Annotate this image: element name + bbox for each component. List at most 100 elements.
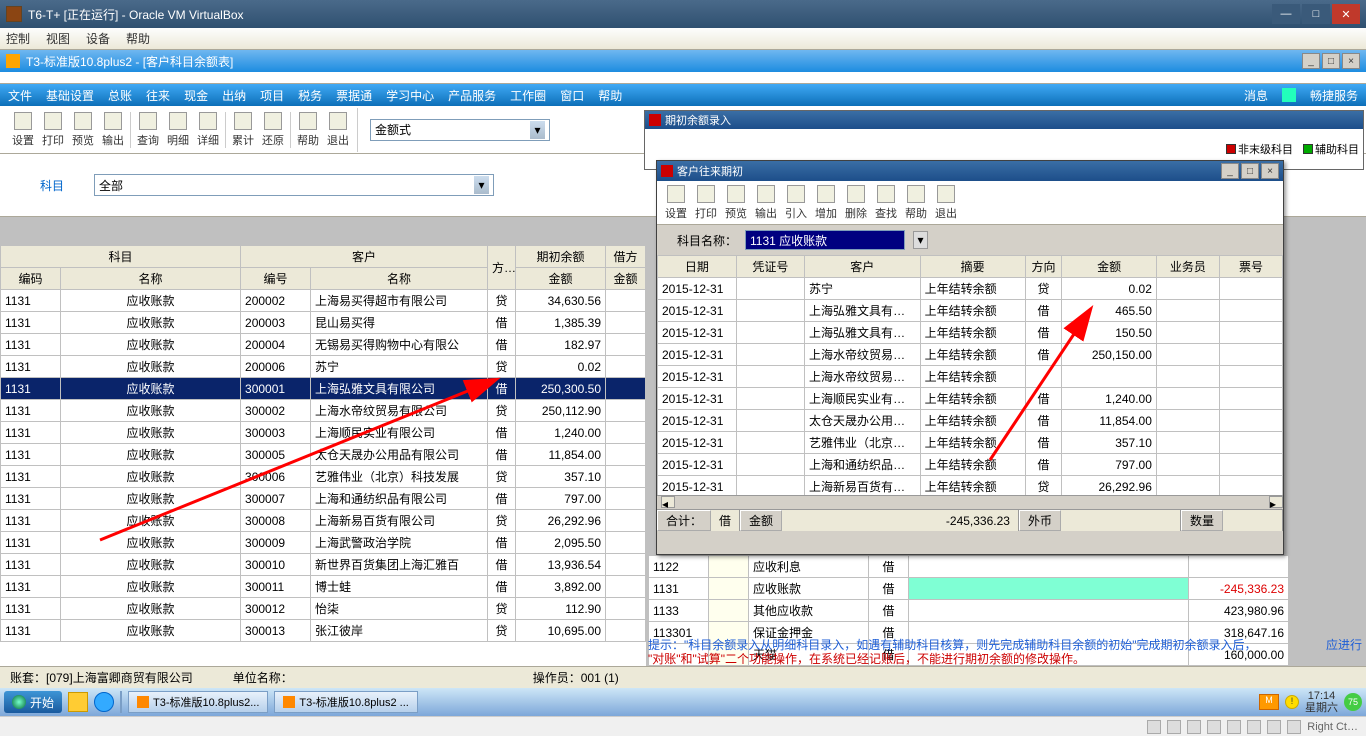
sub-max-button[interactable]: □ <box>1322 53 1340 69</box>
customer-begin-popup[interactable]: 客户往来期初 _ □ × 设置打印预览输出引入增加删除查找帮助退出 科目名称： … <box>656 160 1284 555</box>
chevron-down-icon[interactable]: ▾ <box>913 231 928 249</box>
tb-明细[interactable]: 明细 <box>163 108 193 152</box>
menu-workcircle[interactable]: 工作圈 <box>510 87 546 104</box>
table-row[interactable]: 2015-12-31上海新易百货有限公上年结转余额贷26,292.96 <box>658 476 1283 496</box>
scroll-left-icon[interactable]: ◂ <box>661 496 675 508</box>
menu-help[interactable]: 帮助 <box>126 30 150 47</box>
menu-cash[interactable]: 现金 <box>184 87 208 104</box>
table-row[interactable]: 1131应收账款200006苏宁贷0.02 <box>1 356 646 378</box>
p2-tb-退出[interactable]: 退出 <box>931 181 961 224</box>
table-row[interactable]: 1131应收账款300013张江彼岸贷10,695.00 <box>1 620 646 642</box>
table-row[interactable]: 1131应收账款200003昆山易买得借1,385.39 <box>1 312 646 334</box>
sub-min-button[interactable]: _ <box>1302 53 1320 69</box>
tb-退出[interactable]: 退出 <box>323 108 353 152</box>
tray-360-icon[interactable]: 75 <box>1344 693 1362 711</box>
p2-tb-打印[interactable]: 打印 <box>691 181 721 224</box>
check-aux[interactable]: 辅助科目 <box>1303 141 1359 157</box>
balance-grid[interactable]: 科目 客户 方向 期初余额 借方 编码 名称 编号 名称 金额 金额 1131应… <box>0 245 646 666</box>
popup2-close[interactable]: × <box>1261 163 1279 179</box>
maximize-button[interactable]: □ <box>1302 4 1330 24</box>
menu-tax[interactable]: 税务 <box>298 87 322 104</box>
menu-view[interactable]: 视图 <box>46 30 70 47</box>
menu-cashier[interactable]: 出纳 <box>222 87 246 104</box>
menu-ar[interactable]: 往来 <box>146 87 170 104</box>
table-row[interactable]: 2015-12-31上海水帝纹贸易有限上年结转余额借250,150.00 <box>658 344 1283 366</box>
menu-help2[interactable]: 帮助 <box>598 87 622 104</box>
p2-tb-增加[interactable]: 增加 <box>811 181 841 224</box>
menu-control[interactable]: 控制 <box>6 30 30 47</box>
table-row[interactable]: 2015-12-31上海弘雅文具有限公上年结转余额借150.50 <box>658 322 1283 344</box>
tb-打印[interactable]: 打印 <box>38 108 68 152</box>
table-row[interactable]: 2015-12-31苏宁上年结转余额贷0.02 <box>658 278 1283 300</box>
tb-查询[interactable]: 查询 <box>133 108 163 152</box>
table-row[interactable]: 1131应收账款300009上海武警政治学院借2,095.50 <box>1 532 646 554</box>
popup2-max[interactable]: □ <box>1241 163 1259 179</box>
windows-taskbar[interactable]: 开始 T3-标准版10.8plus2... T3-标准版10.8plus2 ..… <box>0 688 1366 716</box>
subject-select[interactable]: 1131 应收账款 <box>745 230 905 250</box>
p2-tb-输出[interactable]: 输出 <box>751 181 781 224</box>
tb-还原[interactable]: 还原 <box>258 108 288 152</box>
table-row[interactable]: 1131应收账款300001上海弘雅文具有限公司借250,300.50 <box>1 378 646 400</box>
sum-qty-btn[interactable]: 数量 <box>1181 510 1223 531</box>
table-row[interactable]: 1131应收账款300012怡柒贷112.90 <box>1 598 646 620</box>
minimize-button[interactable]: — <box>1272 4 1300 24</box>
menu-window[interactable]: 窗口 <box>560 87 584 104</box>
table-row[interactable]: 2015-12-31上海和通纺织品有限上年结转余额借797.00 <box>658 454 1283 476</box>
subject-filter-combo[interactable]: 全部 ▾ <box>94 174 494 196</box>
table-row[interactable]: 1122应收利息借 <box>649 556 1289 578</box>
p2-tb-设置[interactable]: 设置 <box>661 181 691 224</box>
tray-shield-icon[interactable]: ! <box>1285 695 1299 709</box>
chevron-down-icon[interactable]: ▾ <box>530 121 545 139</box>
customer-begin-grid[interactable]: 日期凭证号客户摘要方向金额业务员票号 2015-12-31苏宁上年结转余额贷0.… <box>657 255 1283 495</box>
table-row[interactable]: 1131应收账款200002上海易买得超市有限公司贷34,630.56 <box>1 290 646 312</box>
table-row[interactable]: 1131应收账款300011博士蛙借3,892.00 <box>1 576 646 598</box>
sum-fc-btn[interactable]: 外币 <box>1019 510 1061 531</box>
p2-tb-预览[interactable]: 预览 <box>721 181 751 224</box>
tb-帮助[interactable]: 帮助 <box>293 108 323 152</box>
table-row[interactable]: 1131应收账款300006艺雅伟业（北京）科技发展贷357.10 <box>1 466 646 488</box>
p2-tb-引入[interactable]: 引入 <box>781 181 811 224</box>
tray-ime-icon[interactable]: M <box>1259 694 1279 710</box>
table-row[interactable]: 1131应收账款300007上海和通纺织品有限公司借797.00 <box>1 488 646 510</box>
table-row[interactable]: 2015-12-31艺雅伟业（北京）科上年结转余额借357.10 <box>658 432 1283 454</box>
table-row[interactable]: 1131应收账款300005太仓天晟办公用品有限公司借11,854.00 <box>1 444 646 466</box>
table-row[interactable]: 2015-12-31上海水帝纹贸易有限上年结转余额 <box>658 366 1283 388</box>
menu-proj[interactable]: 项目 <box>260 87 284 104</box>
table-row[interactable]: 2015-12-31太仓天晟办公用品有上年结转余额借11,854.00 <box>658 410 1283 432</box>
menu-service[interactable]: 畅捷服务 <box>1310 87 1358 104</box>
p2-tb-帮助[interactable]: 帮助 <box>901 181 931 224</box>
menu-file[interactable]: 文件 <box>8 87 32 104</box>
menu-devices[interactable]: 设备 <box>86 30 110 47</box>
table-row[interactable]: 1131应收账款借-245,336.23 <box>649 578 1289 600</box>
table-row[interactable]: 1133其他应收款借423,980.96 <box>649 600 1289 622</box>
table-row[interactable]: 1131应收账款300010新世界百货集团上海汇雅百借13,936.54 <box>1 554 646 576</box>
menu-basic[interactable]: 基础设置 <box>46 87 94 104</box>
vbox-menu[interactable]: 控制 视图 设备 帮助 <box>0 28 1366 50</box>
sum-amt-btn[interactable]: 金额 <box>740 510 782 531</box>
task-app1[interactable]: T3-标准版10.8plus2... <box>128 691 268 713</box>
task-app2[interactable]: T3-标准版10.8plus2 ... <box>274 691 417 713</box>
sum-label[interactable]: 合计： <box>657 510 711 531</box>
tb-累计[interactable]: 累计 <box>228 108 258 152</box>
quick-ie-icon[interactable] <box>94 692 114 712</box>
table-row[interactable]: 1131应收账款300002上海水帝纹贸易有限公司贷250,112.90 <box>1 400 646 422</box>
menu-learn[interactable]: 学习中心 <box>386 87 434 104</box>
menu-bill[interactable]: 票据通 <box>336 87 372 104</box>
quick-folder-icon[interactable] <box>68 692 88 712</box>
check-nonleaf[interactable]: 非末级科目 <box>1226 141 1293 157</box>
menu-product[interactable]: 产品服务 <box>448 87 496 104</box>
start-button[interactable]: 开始 <box>4 691 62 713</box>
tb-详细[interactable]: 详细 <box>193 108 223 152</box>
table-row[interactable]: 1131应收账款300008上海新易百货有限公司贷26,292.96 <box>1 510 646 532</box>
table-row[interactable]: 1131应收账款200004无锡易买得购物中心有限公借182.97 <box>1 334 646 356</box>
chevron-down-icon[interactable]: ▾ <box>474 176 489 194</box>
tb-输出[interactable]: 输出 <box>98 108 128 152</box>
close-button[interactable]: ✕ <box>1332 4 1360 24</box>
scroll-right-icon[interactable]: ▸ <box>1269 496 1283 508</box>
tb-设置[interactable]: 设置 <box>8 108 38 152</box>
amount-format-combo[interactable]: 金额式 ▾ <box>370 119 550 141</box>
menu-gl[interactable]: 总账 <box>108 87 132 104</box>
popup2-min[interactable]: _ <box>1221 163 1239 179</box>
sub-close-button[interactable]: × <box>1342 53 1360 69</box>
table-row[interactable]: 1131应收账款300003上海顺民实业有限公司借1,240.00 <box>1 422 646 444</box>
